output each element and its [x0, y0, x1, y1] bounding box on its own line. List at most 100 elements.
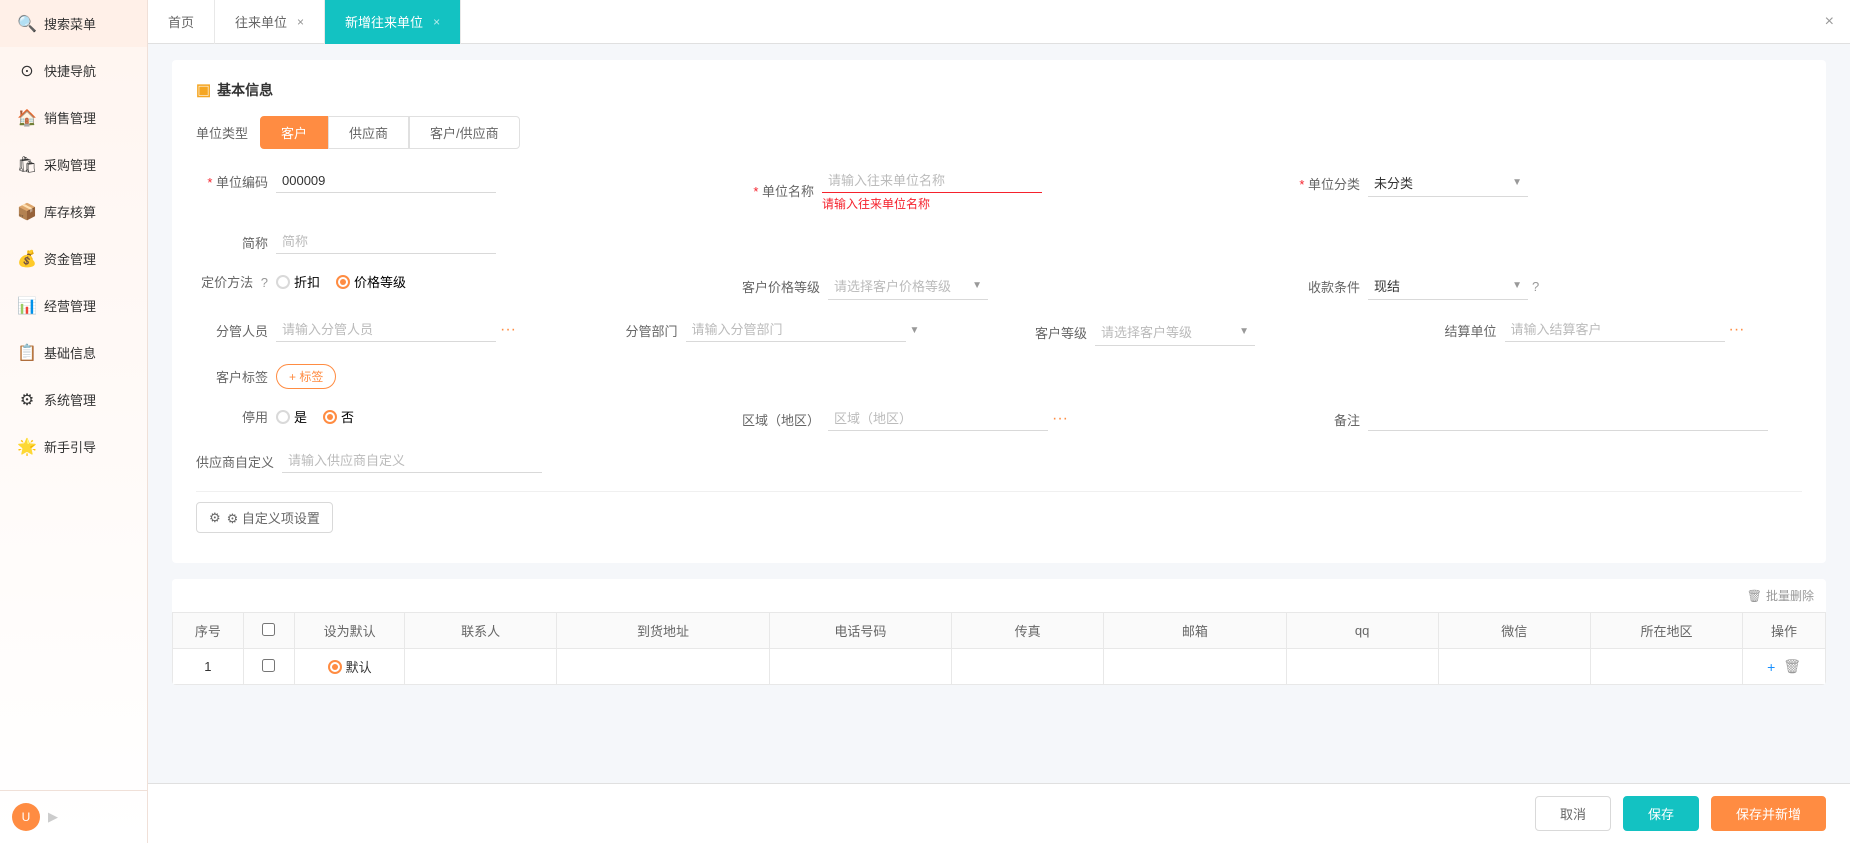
pricing-radio-discount[interactable]: 折扣 [276, 272, 320, 291]
unit-category-select[interactable]: 未分类 ▼ [1368, 169, 1528, 197]
operations-icon: 📊 [18, 297, 36, 315]
region-more[interactable]: ··· [1048, 410, 1072, 428]
window-close-button[interactable]: × [1809, 13, 1850, 31]
cell-region [1590, 649, 1742, 685]
sidebar-item-sales[interactable]: 🏠 销售管理 [0, 94, 147, 141]
settlement-input[interactable] [1505, 318, 1725, 342]
email-input[interactable] [1145, 659, 1245, 674]
unit-name-input[interactable] [822, 169, 1042, 193]
tab-home[interactable]: 首页 [148, 0, 215, 44]
cell-fax [952, 649, 1104, 685]
department-input[interactable] [686, 318, 906, 342]
fax-input[interactable] [988, 659, 1068, 674]
table-header-row: 🗑 批量删除 [172, 579, 1826, 612]
short-name-input[interactable] [276, 230, 496, 254]
radio-disable-yes [276, 410, 290, 424]
phone-input[interactable] [810, 659, 910, 674]
sidebar-item-quicknav[interactable]: ⊙ 快捷导航 [0, 47, 147, 94]
form-row-7: 供应商自定义 [196, 449, 1802, 473]
cell-contact [405, 649, 557, 685]
disable-radio-no[interactable]: 否 [323, 407, 354, 426]
custom-settings-row: ⚙ ⚙ 自定义项设置 [196, 491, 1802, 543]
type-btn-supplier[interactable]: 供应商 [328, 116, 409, 149]
notes-input[interactable] [1368, 407, 1768, 431]
address-input[interactable] [603, 659, 723, 674]
customer-price-arrow: ▼ [972, 280, 982, 291]
unit-name-label: 单位名称 [742, 181, 822, 200]
disable-radio-yes[interactable]: 是 [276, 407, 307, 426]
settlement-more[interactable]: ··· [1725, 321, 1749, 339]
save-button[interactable]: 保存 [1623, 796, 1699, 831]
default-label: 默认 [346, 657, 372, 676]
payment-help-icon[interactable]: ? [1532, 279, 1539, 294]
cell-default: 默认 [295, 649, 405, 685]
gear-icon: ⚙ [209, 510, 221, 526]
sidebar-item-operations[interactable]: 📊 经营管理 [0, 282, 147, 329]
cell-address [557, 649, 769, 685]
purchase-icon: 🛍 [18, 156, 36, 174]
sidebar-item-guide[interactable]: 🌟 新手引导 [0, 423, 147, 470]
settlement-field: 结算单位 ··· [1425, 318, 1803, 342]
unit-code-input[interactable] [276, 169, 496, 193]
qq-input[interactable] [1322, 659, 1402, 674]
supervisor-input[interactable] [276, 318, 496, 342]
guide-icon: 🌟 [18, 438, 36, 456]
row-add-button[interactable]: + [1767, 659, 1775, 675]
payment-terms-select[interactable]: 现结 ▼ [1368, 272, 1528, 300]
custom-settings-button[interactable]: ⚙ ⚙ 自定义项设置 [196, 502, 333, 533]
supervisor-more[interactable]: ··· [496, 321, 520, 339]
sidebar-item-inventory[interactable]: 📦 库存核算 [0, 188, 147, 235]
supervisor-field: 分管人员 ··· [196, 318, 574, 342]
cell-email [1104, 649, 1286, 685]
finance-icon: 💰 [18, 250, 36, 268]
region-input[interactable] [828, 407, 1048, 431]
sidebar-item-purchase[interactable]: 🛍 采购管理 [0, 141, 147, 188]
disable-field: 停用 是 否 [196, 407, 710, 426]
region-input-table[interactable] [1627, 659, 1707, 674]
row-delete-button[interactable]: 🗑 [1783, 658, 1801, 675]
sidebar-item-search[interactable]: 🔍 搜索菜单 [0, 0, 147, 47]
add-tag-button[interactable]: + 标签 [276, 364, 336, 389]
customer-price-select[interactable]: 请选择客户价格等级 ▼ [828, 272, 988, 300]
quicknav-icon: ⊙ [18, 62, 36, 80]
unit-category-arrow: ▼ [1512, 177, 1522, 188]
form-row-6: 停用 是 否 区域（地区） [196, 407, 1802, 431]
pricing-radio-level[interactable]: 价格等级 [336, 272, 406, 291]
sidebar-item-basic[interactable]: 📋 基础信息 [0, 329, 147, 376]
save-add-button[interactable]: 保存并新增 [1711, 796, 1826, 831]
notes-label: 备注 [1288, 410, 1368, 429]
type-btn-both[interactable]: 客户/供应商 [409, 116, 520, 149]
cell-check [243, 649, 294, 685]
contact-table-area: 🗑 批量删除 序号 设为默认 联系人 到货地址 电话号码 传真 邮箱 qq [172, 579, 1826, 685]
batch-delete-button[interactable]: 🗑 批量删除 [1747, 587, 1814, 604]
disable-label: 停用 [196, 407, 276, 426]
sidebar-item-finance[interactable]: 💰 资金管理 [0, 235, 147, 282]
main-content: 首页 往来单位 × 新增往来单位 × × ▣ 基本信息 单位类型 客户 供应商 … [148, 0, 1850, 843]
select-all-checkbox[interactable] [262, 623, 275, 636]
table-header: 序号 设为默认 联系人 到货地址 电话号码 传真 邮箱 qq 微信 所在地区 操… [173, 613, 1826, 649]
row-checkbox[interactable] [262, 659, 275, 672]
basic-info-card: ▣ 基本信息 单位类型 客户 供应商 客户/供应商 单位编码 单位名称 [172, 60, 1826, 563]
inventory-icon: 📦 [18, 203, 36, 221]
col-fax: 传真 [952, 613, 1104, 649]
cancel-button[interactable]: 取消 [1535, 796, 1611, 831]
region-label: 区域（地区） [742, 410, 828, 429]
col-email: 邮箱 [1104, 613, 1286, 649]
tab-new-partner-close[interactable]: × [433, 15, 440, 29]
pricing-help-icon[interactable]: ? [261, 275, 268, 290]
section-icon: ▣ [196, 80, 211, 100]
row-default-radio[interactable] [328, 660, 342, 674]
tab-partners[interactable]: 往来单位 × [215, 0, 325, 44]
contact-input[interactable] [441, 659, 521, 674]
unit-type-label: 单位类型 [196, 123, 248, 142]
settlement-label: 结算单位 [1425, 321, 1505, 340]
supplier-custom-input[interactable] [282, 449, 542, 473]
department-label: 分管部门 [606, 321, 686, 340]
unit-name-field: 单位名称 请输入往来单位名称 [742, 169, 1256, 212]
customer-level-select[interactable]: 请选择客户等级 ▼ [1095, 318, 1255, 346]
tab-new-partner[interactable]: 新增往来单位 × [325, 0, 461, 44]
tab-partners-close[interactable]: × [297, 15, 304, 29]
sidebar-item-system[interactable]: ⚙ 系统管理 [0, 376, 147, 423]
wechat-input[interactable] [1474, 659, 1554, 674]
type-btn-customer[interactable]: 客户 [260, 116, 328, 149]
